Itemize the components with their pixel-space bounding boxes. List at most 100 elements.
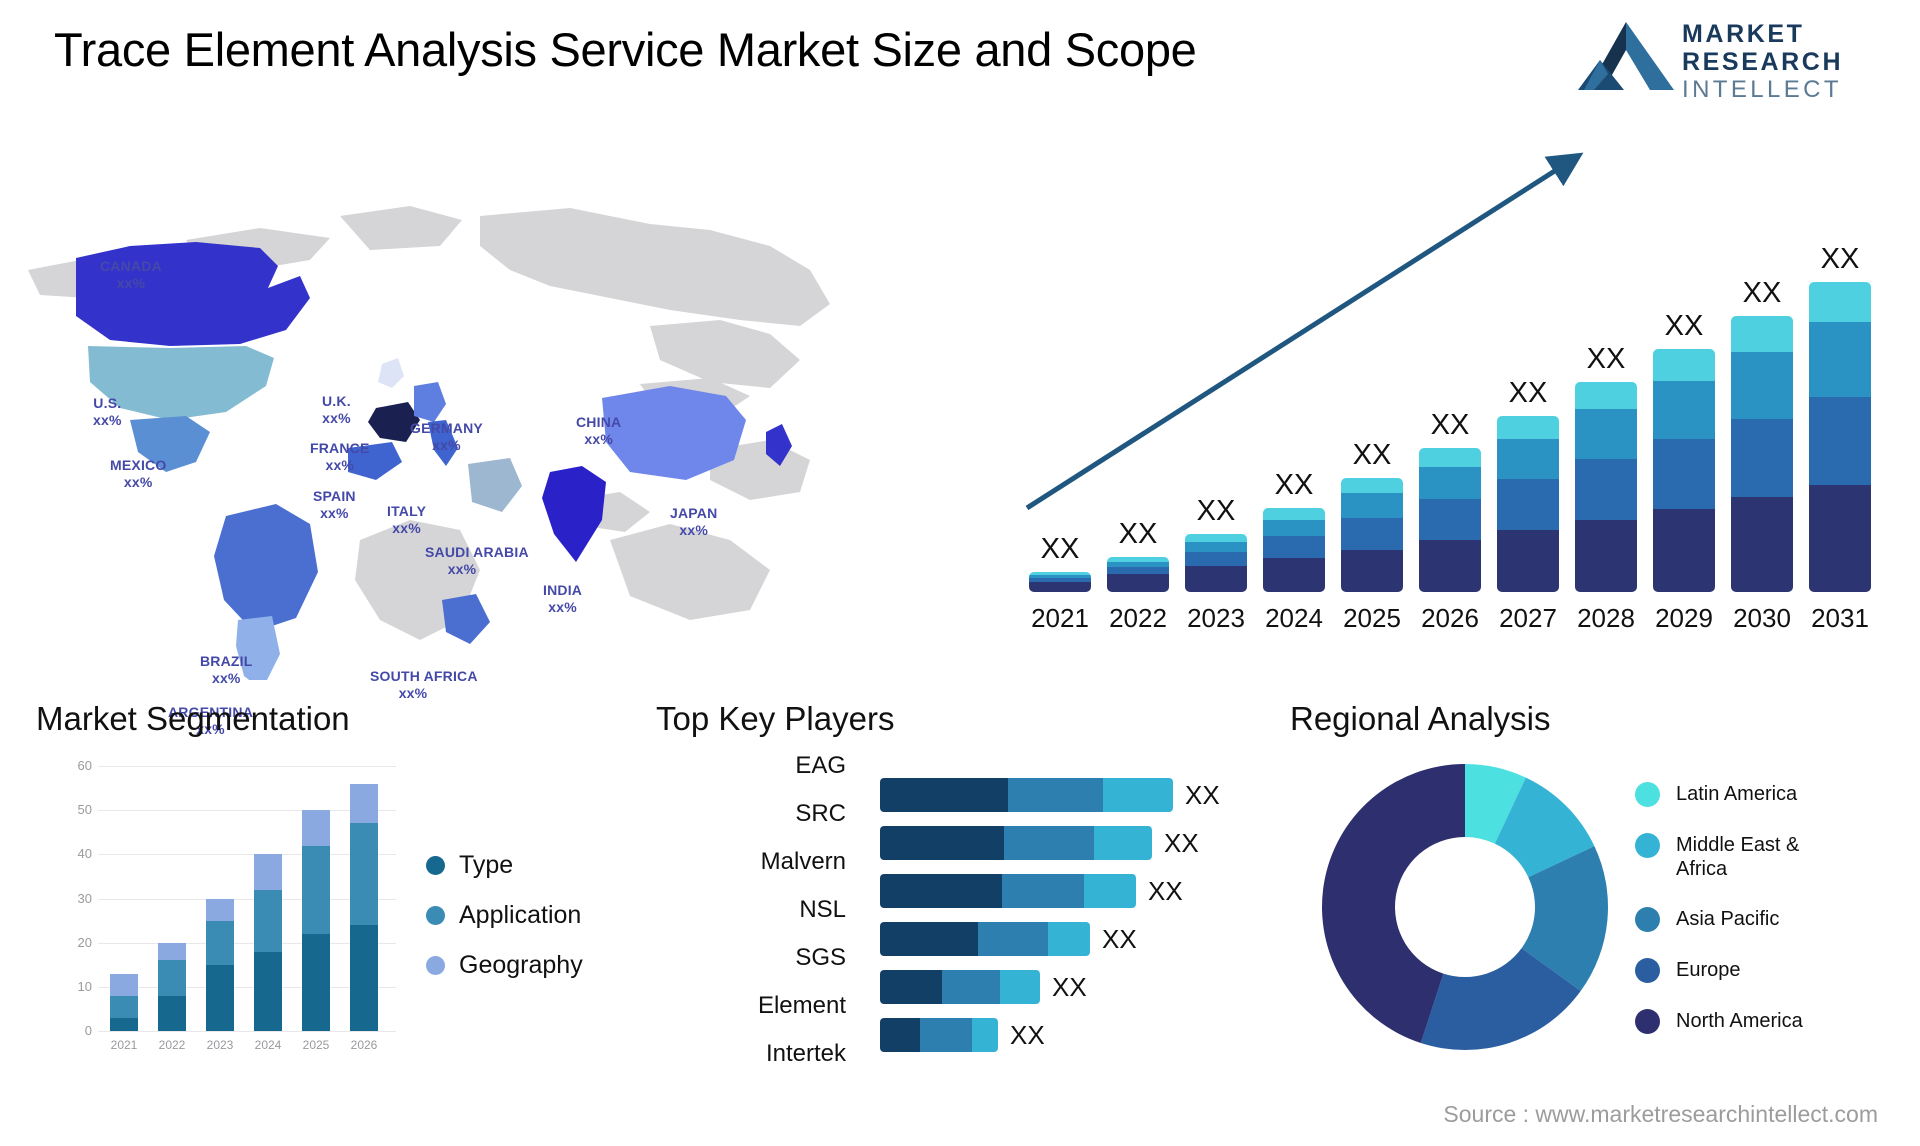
growth-bar-value-2031: XX (1820, 243, 1860, 275)
region-legend-item-middle-east-africa[interactable]: Middle East & Africa (1635, 833, 1851, 881)
segmentation-segment-type (302, 933, 330, 1031)
growth-bar-segment-segment-2 (1731, 418, 1793, 498)
country-saudi (468, 458, 522, 512)
map-label-name: SAUDI ARABIA (425, 544, 529, 560)
growth-bar-segment-segment-2 (1575, 459, 1637, 520)
segmentation-segment-application (302, 845, 330, 934)
growth-bar-2027 (1497, 415, 1559, 592)
growth-bar-2031 (1809, 282, 1871, 592)
growth-bar-segment-segment-1 (1809, 485, 1871, 592)
segmentation-xlabel-2026: 2026 (350, 1038, 378, 1052)
growth-bar-segment-segment-1 (1029, 581, 1091, 592)
map-label-mexico: MEXICO xx% (110, 457, 166, 491)
map-label-name: FRANCE (310, 440, 370, 456)
segmentation-segment-application (254, 889, 282, 952)
segmentation-legend-item-application[interactable]: Application (426, 890, 583, 940)
player-label-intertek: Intertek (765, 1040, 846, 1067)
region-legend-item-latin-america[interactable]: Latin America (1635, 782, 1851, 807)
player-bar-value-1: XX (1164, 828, 1199, 858)
map-label-value: xx% (392, 520, 421, 536)
player-bar-3 (880, 922, 1090, 956)
country-india (542, 466, 606, 562)
map-label-value: xx% (322, 410, 351, 426)
growth-bar-segment-segment-2 (1107, 566, 1169, 574)
map-label-name: U.S. (93, 395, 122, 411)
map-label-name: CHINA (576, 414, 622, 430)
player-bar-segment-part-3 (1000, 970, 1040, 1004)
segmentation-segment-geography (302, 810, 330, 846)
growth-bar-2021 (1029, 571, 1091, 592)
map-label-value: xx% (432, 437, 461, 453)
growth-bar-segment-segment-3 (1653, 380, 1715, 440)
top-key-players-section: Top Key Players EAG SRC Malvern NSL SGS Eleme… (640, 700, 1320, 1120)
country-south-africa (442, 594, 490, 644)
map-label-value: xx% (398, 685, 428, 701)
player-label-src: SRC (795, 800, 846, 827)
growth-bar-segment-segment-1 (1575, 519, 1637, 592)
region-legend-item-europe[interactable]: Europe (1635, 958, 1851, 983)
player-label-element: Element (757, 992, 846, 1019)
growth-bar-segment-segment-3 (1341, 493, 1403, 518)
region-legend-item-asia-pacific[interactable]: Asia Pacific (1635, 907, 1851, 932)
segmentation-bar-2023 (206, 898, 234, 1031)
growth-axis-year-2028: 2028 (1577, 603, 1635, 633)
world-map: CANADA xx% U.S. xx% MEXICO xx% BRAZIL xx… (10, 120, 890, 737)
growth-bar-value-2029: XX (1664, 310, 1704, 343)
mountain-m-logo-icon (1578, 22, 1674, 90)
growth-bar-2030 (1731, 316, 1793, 592)
source-attribution: Source : www.marketresearchintellect.com (1443, 1101, 1878, 1127)
player-bar-4 (880, 970, 1040, 1004)
segmentation-segment-geography (254, 854, 282, 890)
segmentation-bar-2026 (350, 783, 378, 1031)
legend-dot-icon (426, 855, 445, 875)
regional-analysis-donut-chart (1322, 764, 1608, 1050)
segmentation-segment-geography (158, 942, 186, 961)
legend-dot-icon (426, 955, 445, 975)
player-bar-value-3: XX (1102, 924, 1137, 954)
region-legend-item-north-america[interactable]: North America (1635, 1009, 1851, 1034)
segmentation-segment-type (254, 951, 282, 1031)
segmentation-segment-application (206, 920, 234, 965)
logo-line-research: RESEARCH (1682, 48, 1844, 76)
growth-bar-segment-segment-4 (1419, 448, 1481, 468)
market-segmentation-section: Market Segmentation 60 50 40 30 20 10 0 2021 202… (36, 700, 636, 1120)
player-label-sgs: SGS (795, 944, 846, 971)
growth-bar-value-2024: XX (1274, 469, 1314, 502)
country-uk (378, 358, 404, 388)
market-segmentation-title: Market Segmentation (36, 700, 350, 737)
segmentation-segment-application (110, 995, 138, 1018)
segmentation-legend-item-type[interactable]: Type (426, 840, 583, 890)
growth-bar-segment-segment-4 (1341, 478, 1403, 494)
legend-dot-icon (1635, 958, 1660, 983)
segmentation-segment-type (206, 964, 234, 1031)
map-label-germany: GERMANY xx% (410, 420, 483, 454)
growth-bar-value-2021: XX (1040, 532, 1080, 565)
regional-analysis-title: Regional Analysis (1290, 700, 1551, 737)
player-bar-value-2: XX (1148, 876, 1183, 906)
player-bar-5 (880, 1018, 998, 1052)
growth-bar-segment-segment-3 (1731, 352, 1793, 419)
segmentation-segment-application (158, 960, 186, 996)
growth-bar-segment-segment-1 (1731, 497, 1793, 592)
legend-dot-icon (1635, 782, 1660, 807)
segmentation-segment-type (158, 995, 186, 1031)
growth-bar-segment-segment-4 (1809, 282, 1871, 323)
growth-bar-2024 (1263, 508, 1325, 592)
segmentation-ytick-50: 50 (77, 802, 92, 818)
market-segmentation-legend: Type Application Geography (426, 840, 583, 990)
segmentation-segment-geography (350, 783, 378, 824)
growth-bar-value-2025: XX (1352, 439, 1392, 472)
growth-bar-segment-segment-3 (1419, 467, 1481, 500)
segmentation-xlabel-2023: 2023 (206, 1038, 234, 1052)
growth-bar-value-2027: XX (1508, 376, 1548, 409)
growth-bar-2022 (1107, 556, 1169, 592)
growth-axis-year-2030: 2030 (1733, 603, 1791, 633)
growth-bar-segment-segment-4 (1497, 415, 1559, 440)
country-germany (414, 382, 446, 422)
growth-bar-2029 (1653, 349, 1715, 592)
segmentation-ytick-40: 40 (77, 846, 92, 862)
segmentation-legend-item-geography[interactable]: Geography (426, 940, 583, 990)
player-bar-segment-part-1 (880, 778, 1008, 812)
player-bar-segment-part-3 (1048, 922, 1090, 956)
map-label-value: xx% (447, 561, 477, 577)
